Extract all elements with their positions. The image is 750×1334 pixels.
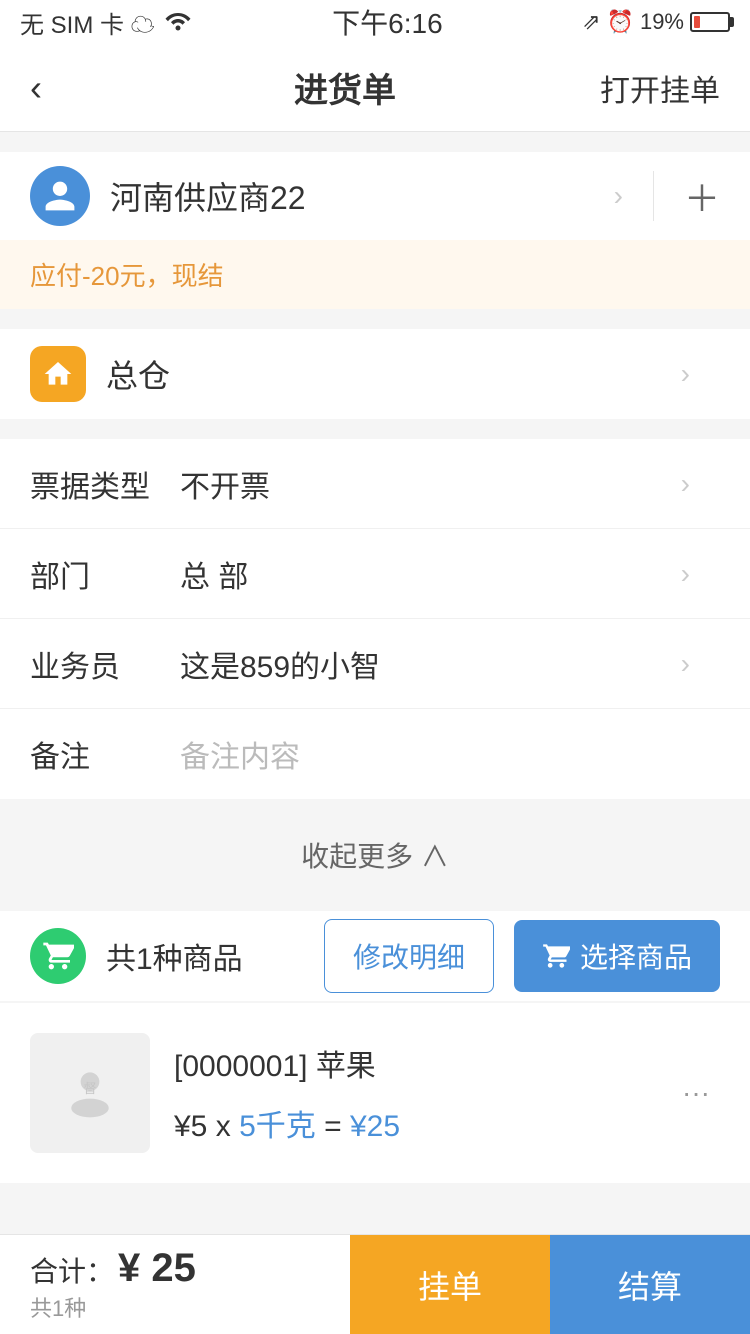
warehouse-section: 总仓 › (0, 329, 750, 419)
supplier-name[interactable]: 河南供应商22 (110, 173, 614, 219)
dept-row[interactable]: 部门 总 部 › (0, 529, 750, 619)
notice-bar: 应付-20元，现结 (0, 240, 750, 309)
product-price: ¥5 x 5千克 = ¥25 (174, 1101, 648, 1145)
warehouse-icon (30, 346, 86, 402)
product-icon (30, 928, 86, 984)
price-separator: x (216, 1110, 239, 1143)
battery-percent: 19% (640, 9, 684, 35)
invoice-row[interactable]: 票据类型 不开票 › (0, 439, 750, 529)
chevron-right-icon: › (681, 648, 690, 680)
warehouse-name: 总仓 (106, 351, 681, 397)
product-thumbnail: 督 (30, 1033, 150, 1153)
chevron-right-icon: › (681, 558, 690, 590)
product-info: [0000001] 苹果 ¥5 x 5千克 = ¥25 (174, 1041, 648, 1145)
status-time: 下午6:16 (332, 2, 443, 42)
battery-icon (690, 12, 730, 32)
status-right: ⇗ ⏰ 19% (582, 9, 730, 35)
select-product-button[interactable]: 选择商品 (514, 920, 720, 992)
invoice-value: 不开票 (180, 462, 681, 506)
select-product-label: 选择商品 (580, 936, 692, 976)
cart-icon (42, 940, 74, 972)
salesman-row[interactable]: 业务员 这是859的小智 › (0, 619, 750, 709)
section-gap-1 (0, 132, 750, 152)
alarm-icon: ⏰ (607, 9, 634, 35)
price-total: ¥25 (350, 1110, 400, 1143)
total-section: 合计： ¥ 25 共1种 (0, 1235, 350, 1334)
dept-label: 部门 (30, 552, 160, 596)
invoice-label: 票据类型 (30, 462, 160, 506)
product-count-label: 共1种商品 (106, 934, 304, 978)
home-icon (42, 358, 74, 390)
dept-value: 总 部 (180, 552, 681, 596)
remark-input[interactable]: 备注内容 (180, 732, 720, 776)
page-title: 进货单 (294, 63, 396, 112)
product-placeholder-icon: 督 (60, 1063, 120, 1123)
chevron-right-icon: › (614, 180, 623, 212)
remark-label: 备注 (30, 732, 160, 776)
select-icon (542, 942, 570, 970)
svg-text:督: 督 (83, 1081, 96, 1096)
add-supplier-button[interactable]: ＋ (684, 170, 720, 222)
warehouse-row[interactable]: 总仓 › (0, 329, 750, 419)
notice-text: 应付-20元，现结 (30, 261, 224, 291)
remark-row[interactable]: 备注 备注内容 (0, 709, 750, 799)
salesman-label: 业务员 (30, 642, 160, 686)
total-label: 合计： (30, 1250, 114, 1290)
supplier-avatar (30, 166, 90, 226)
edit-detail-button[interactable]: 修改明细 (324, 919, 494, 993)
supplier-section: 河南供应商22 › ＋ (0, 152, 750, 240)
nav-bar: ‹ 进货单 打开挂单 (0, 44, 750, 132)
bottom-bar: 合计： ¥ 25 共1种 挂单 结算 (0, 1234, 750, 1334)
back-button[interactable]: ‹ (30, 67, 90, 109)
sim-label: 无 SIM 卡 ☁ (20, 5, 155, 40)
wifi-icon (163, 7, 193, 38)
price-qty: 5千克 (239, 1110, 316, 1143)
status-left: 无 SIM 卡 ☁ (20, 5, 193, 40)
more-options-button[interactable]: ··· (672, 1067, 720, 1119)
price-equals: = (324, 1110, 350, 1143)
salesman-value: 这是859的小智 (180, 642, 681, 686)
price-base: ¥5 (174, 1110, 207, 1143)
chevron-right-icon: › (681, 468, 690, 500)
form-section: 票据类型 不开票 › 部门 总 部 › 业务员 这是859的小智 › 备注 备注… (0, 439, 750, 799)
total-count: 共1种 (30, 1291, 320, 1323)
divider (653, 171, 654, 221)
total-amount: ¥ 25 (118, 1246, 196, 1291)
product-card: 督 [0000001] 苹果 ¥5 x 5千克 = ¥25 ··· (0, 1003, 750, 1183)
chevron-right-icon: › (681, 358, 690, 390)
open-hang-button[interactable]: 打开挂单 (600, 66, 720, 110)
collapse-bar[interactable]: 收起更多 ∧ (0, 819, 750, 891)
person-icon (42, 178, 78, 214)
product-header: 共1种商品 修改明细 选择商品 (0, 911, 750, 1001)
product-name: [0000001] 苹果 (174, 1041, 648, 1085)
collapse-text: 收起更多 ∧ (301, 835, 449, 875)
location-icon: ⇗ (582, 9, 600, 35)
product-code: [0000001] (174, 1050, 307, 1083)
product-title: 苹果 (316, 1050, 376, 1083)
settle-button[interactable]: 结算 (550, 1235, 750, 1334)
status-bar: 无 SIM 卡 ☁ 下午6:16 ⇗ ⏰ 19% (0, 0, 750, 44)
hang-button[interactable]: 挂单 (350, 1235, 550, 1334)
